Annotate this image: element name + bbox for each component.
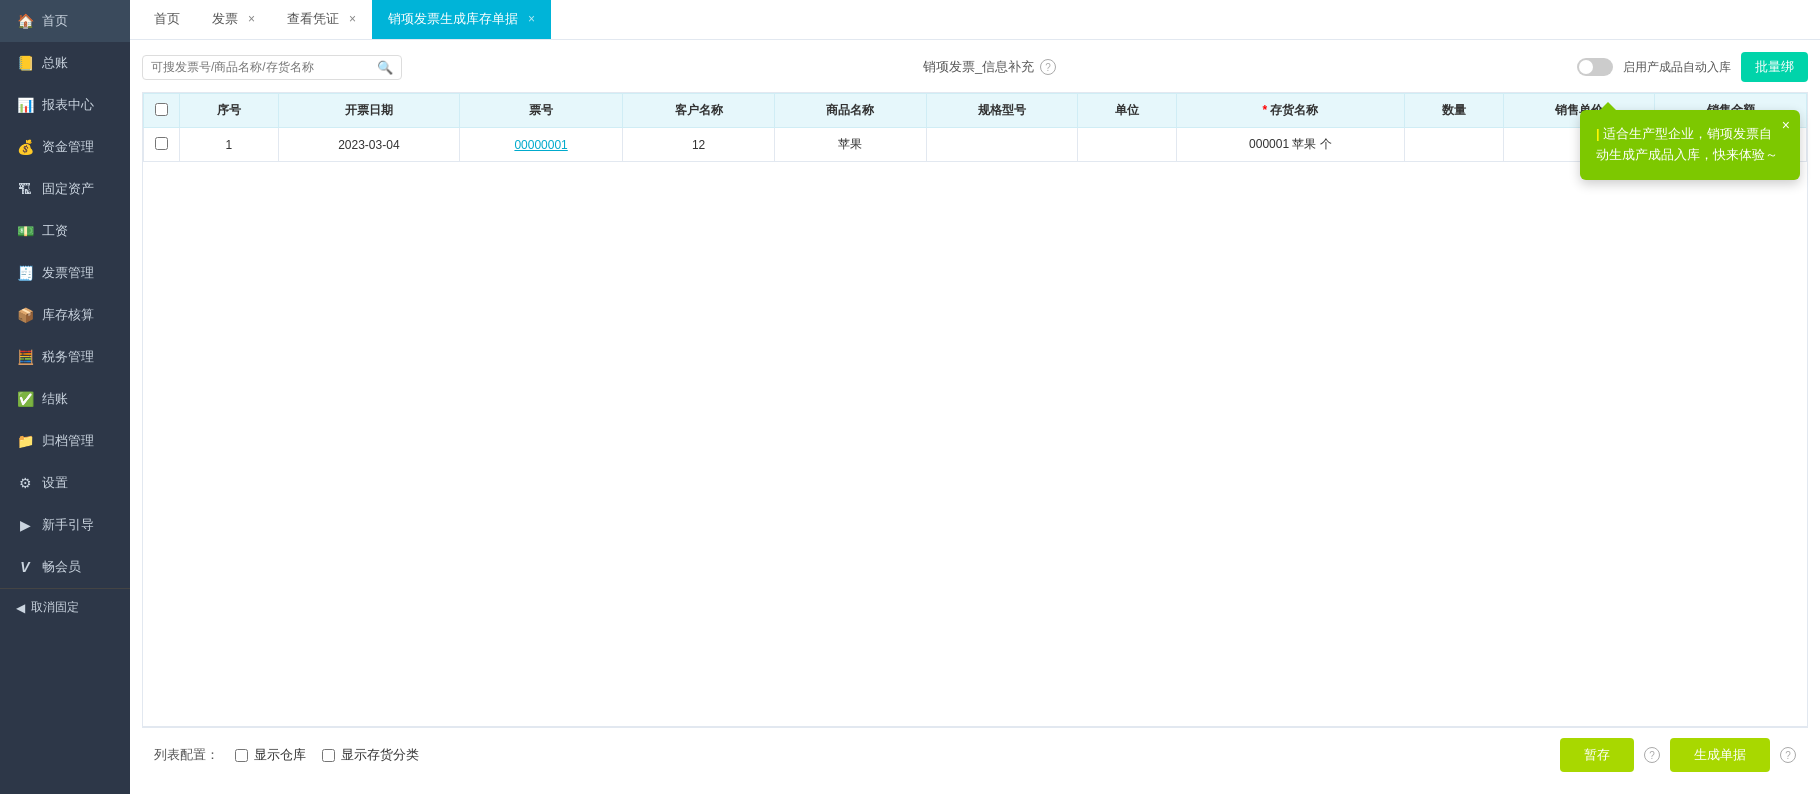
tooltip-popup: × | 适合生产型企业，销项发票自动生成产成品入库，快来体验～ <box>1580 110 1800 180</box>
tab-invoice[interactable]: 发票 × <box>196 0 271 39</box>
show-warehouse-label: 显示仓库 <box>254 746 306 764</box>
sidebar-item-tax[interactable]: 🧮 税务管理 <box>0 336 130 378</box>
cell-spec <box>926 128 1078 162</box>
generate-info-icon[interactable]: ? <box>1780 747 1796 763</box>
header-checkbox-col <box>144 94 180 128</box>
guide-icon: ▶ <box>16 517 34 533</box>
tab-voucher[interactable]: 查看凭证 × <box>271 0 372 39</box>
select-all-checkbox[interactable] <box>155 103 168 116</box>
header-date: 开票日期 <box>278 94 459 128</box>
sidebar-item-closing[interactable]: ✅ 结账 <box>0 378 130 420</box>
reports-icon: 📊 <box>16 97 34 113</box>
auto-warehouse-toggle[interactable] <box>1577 58 1613 76</box>
search-icon: 🔍 <box>377 60 393 75</box>
tooltip-text: 适合生产型企业，销项发票自动生成产成品入库，快来体验～ <box>1596 126 1778 162</box>
header-product: 商品名称 <box>774 94 926 128</box>
header-customer: 客户名称 <box>623 94 775 128</box>
sidebar-unfix[interactable]: ◀ 取消固定 <box>0 588 130 626</box>
ledger-icon: 📒 <box>16 55 34 71</box>
sidebar-item-settings[interactable]: ⚙ 设置 <box>0 462 130 504</box>
cell-product: 苹果 <box>774 128 926 162</box>
inventory-icon: 📦 <box>16 307 34 323</box>
row-checkbox-cell <box>144 128 180 162</box>
tab-generate-inventory-close[interactable]: × <box>528 12 535 26</box>
invoice-icon: 🧾 <box>16 265 34 281</box>
inventory-table: 序号 开票日期 票号 客户名称 商品名称 规格型号 单位 存货名称 数量 销售单… <box>143 93 1807 162</box>
bottom-actions: 暂存 ? 生成单据 ? <box>1560 738 1796 772</box>
bottom-bar: 列表配置： 显示仓库 显示存货分类 暂存 ? 生成单据 ? <box>142 727 1808 782</box>
sidebar-item-archive[interactable]: 📁 归档管理 <box>0 420 130 462</box>
show-category-checkbox[interactable] <box>322 749 335 762</box>
home-icon: 🏠 <box>16 13 34 29</box>
assets-icon: 🏗 <box>16 181 34 197</box>
unfix-icon: ◀ <box>16 601 25 615</box>
toggle-track <box>1577 58 1613 76</box>
cell-unit <box>1078 128 1177 162</box>
cell-qty <box>1404 128 1503 162</box>
tooltip-close-btn[interactable]: × <box>1782 118 1790 132</box>
batch-button[interactable]: 批量绑 <box>1741 52 1808 82</box>
vip-icon: V <box>16 559 34 575</box>
cell-customer: 12 <box>623 128 775 162</box>
info-icon[interactable]: ? <box>1040 59 1056 75</box>
search-input[interactable] <box>151 60 377 74</box>
data-table: 序号 开票日期 票号 客户名称 商品名称 规格型号 单位 存货名称 数量 销售单… <box>142 92 1808 727</box>
right-controls: 启用产成品自动入库 批量绑 <box>1577 52 1808 82</box>
settings-icon: ⚙ <box>16 475 34 491</box>
show-warehouse-group: 显示仓库 <box>235 746 306 764</box>
sidebar-item-assets[interactable]: 🏗 固定资产 <box>0 168 130 210</box>
header-ticket: 票号 <box>459 94 622 128</box>
show-warehouse-checkbox[interactable] <box>235 749 248 762</box>
show-category-group: 显示存货分类 <box>322 746 419 764</box>
save-button[interactable]: 暂存 <box>1560 738 1634 772</box>
tab-voucher-close[interactable]: × <box>349 12 356 26</box>
tab-generate-inventory[interactable]: 销项发票生成库存单据 × <box>372 0 551 39</box>
show-category-label: 显示存货分类 <box>341 746 419 764</box>
toggle-knob <box>1579 60 1593 74</box>
sidebar-item-funds[interactable]: 💰 资金管理 <box>0 126 130 168</box>
toggle-label: 启用产成品自动入库 <box>1623 59 1731 76</box>
sidebar-item-invoice[interactable]: 🧾 发票管理 <box>0 252 130 294</box>
header-seq: 序号 <box>180 94 279 128</box>
tab-bar: 首页 发票 × 查看凭证 × 销项发票生成库存单据 × <box>130 0 1820 40</box>
cell-date: 2023-03-04 <box>278 128 459 162</box>
tax-icon: 🧮 <box>16 349 34 365</box>
tab-invoice-close[interactable]: × <box>248 12 255 26</box>
cell-inventory: 000001 苹果 个 <box>1176 128 1404 162</box>
tab-home[interactable]: 首页 <box>138 0 196 39</box>
cell-seq: 1 <box>180 128 279 162</box>
payroll-icon: 💵 <box>16 223 34 239</box>
info-label: 销项发票_信息补充 <box>923 58 1034 76</box>
sidebar-item-inventory[interactable]: 📦 库存核算 <box>0 294 130 336</box>
list-config-label: 列表配置： <box>154 746 219 764</box>
table-row: 1 2023-03-04 00000001 12 苹果 000001 苹果 个 … <box>144 128 1807 162</box>
sidebar-item-vip[interactable]: V 畅会员 <box>0 546 130 588</box>
sidebar: 🏠 首页 📒 总账 📊 报表中心 💰 资金管理 🏗 固定资产 💵 工资 🧾 发票… <box>0 0 130 794</box>
page-content: 🔍 销项发票_信息补充 ? 启用产成品自动入库 批量绑 <box>130 40 1820 794</box>
toolbar-row: 🔍 销项发票_信息补充 ? 启用产成品自动入库 批量绑 <box>142 52 1808 82</box>
row-checkbox[interactable] <box>155 137 168 150</box>
main-area: 首页 发票 × 查看凭证 × 销项发票生成库存单据 × 🔍 销项发票_信息补充 … <box>130 0 1820 794</box>
closing-icon: ✅ <box>16 391 34 407</box>
header-spec: 规格型号 <box>926 94 1078 128</box>
cell-ticket[interactable]: 00000001 <box>459 128 622 162</box>
save-info-icon[interactable]: ? <box>1644 747 1660 763</box>
table-header-row: 序号 开票日期 票号 客户名称 商品名称 规格型号 单位 存货名称 数量 销售单… <box>144 94 1807 128</box>
header-inventory: 存货名称 <box>1176 94 1404 128</box>
info-section: 销项发票_信息补充 ? <box>923 58 1056 76</box>
search-box[interactable]: 🔍 <box>142 55 402 80</box>
archive-icon: 📁 <box>16 433 34 449</box>
header-unit: 单位 <box>1078 94 1177 128</box>
sidebar-item-ledger[interactable]: 📒 总账 <box>0 42 130 84</box>
funds-icon: 💰 <box>16 139 34 155</box>
sidebar-item-home[interactable]: 🏠 首页 <box>0 0 130 42</box>
sidebar-item-payroll[interactable]: 💵 工资 <box>0 210 130 252</box>
sidebar-item-guide[interactable]: ▶ 新手引导 <box>0 504 130 546</box>
sidebar-item-reports[interactable]: 📊 报表中心 <box>0 84 130 126</box>
header-qty: 数量 <box>1404 94 1503 128</box>
generate-button[interactable]: 生成单据 <box>1670 738 1770 772</box>
